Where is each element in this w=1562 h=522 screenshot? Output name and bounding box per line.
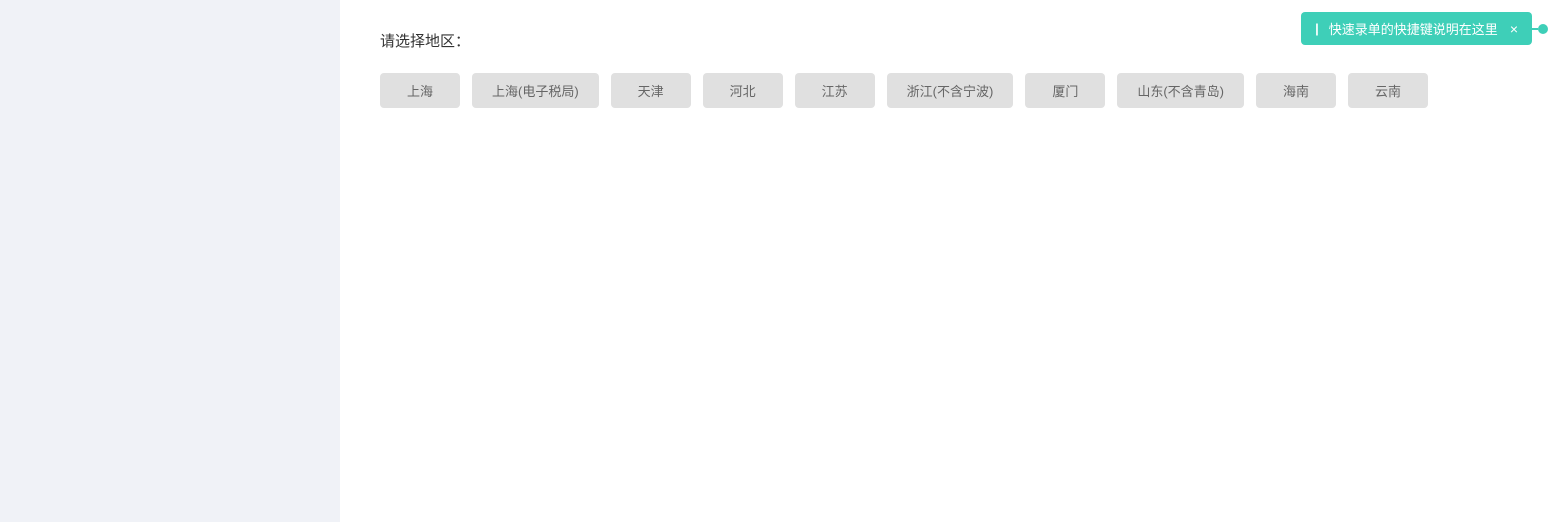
region-button-zhejiang[interactable]: 浙江(不含宁波) [887,73,1014,108]
tooltip-dot [1538,24,1548,34]
region-button-shanghai[interactable]: 上海 [380,73,460,108]
region-button-hebei[interactable]: 河北 [703,73,783,108]
main-content: 请选择地区： 上海上海(电子税局)天津河北江苏浙江(不含宁波)厦门山东(不含青岛… [340,0,1562,522]
region-button-yunnan[interactable]: 云南 [1348,73,1428,108]
region-button-shanghai-etax[interactable]: 上海(电子税局) [472,73,599,108]
tooltip-text: 快速录单的快捷键说明在这里 [1329,19,1498,38]
region-button-jiangsu[interactable]: 江苏 [795,73,875,108]
tooltip-close-button[interactable]: × [1510,21,1518,37]
region-button-shandong[interactable]: 山东(不含青岛) [1117,73,1244,108]
tooltip-banner: 快速录单的快捷键说明在这里 × [1301,12,1532,45]
region-button-hainan[interactable]: 海南 [1256,73,1336,108]
left-sidebar [0,0,340,522]
tooltip-line [1520,28,1538,30]
region-buttons: 上海上海(电子税局) 天津河北江苏浙江(不含宁波) 厦门山东(不含青岛) 海南云南 [380,73,1522,108]
region-button-xiamen[interactable]: 厦门 [1025,73,1105,108]
region-button-tianjin[interactable]: 天津 [611,73,691,108]
